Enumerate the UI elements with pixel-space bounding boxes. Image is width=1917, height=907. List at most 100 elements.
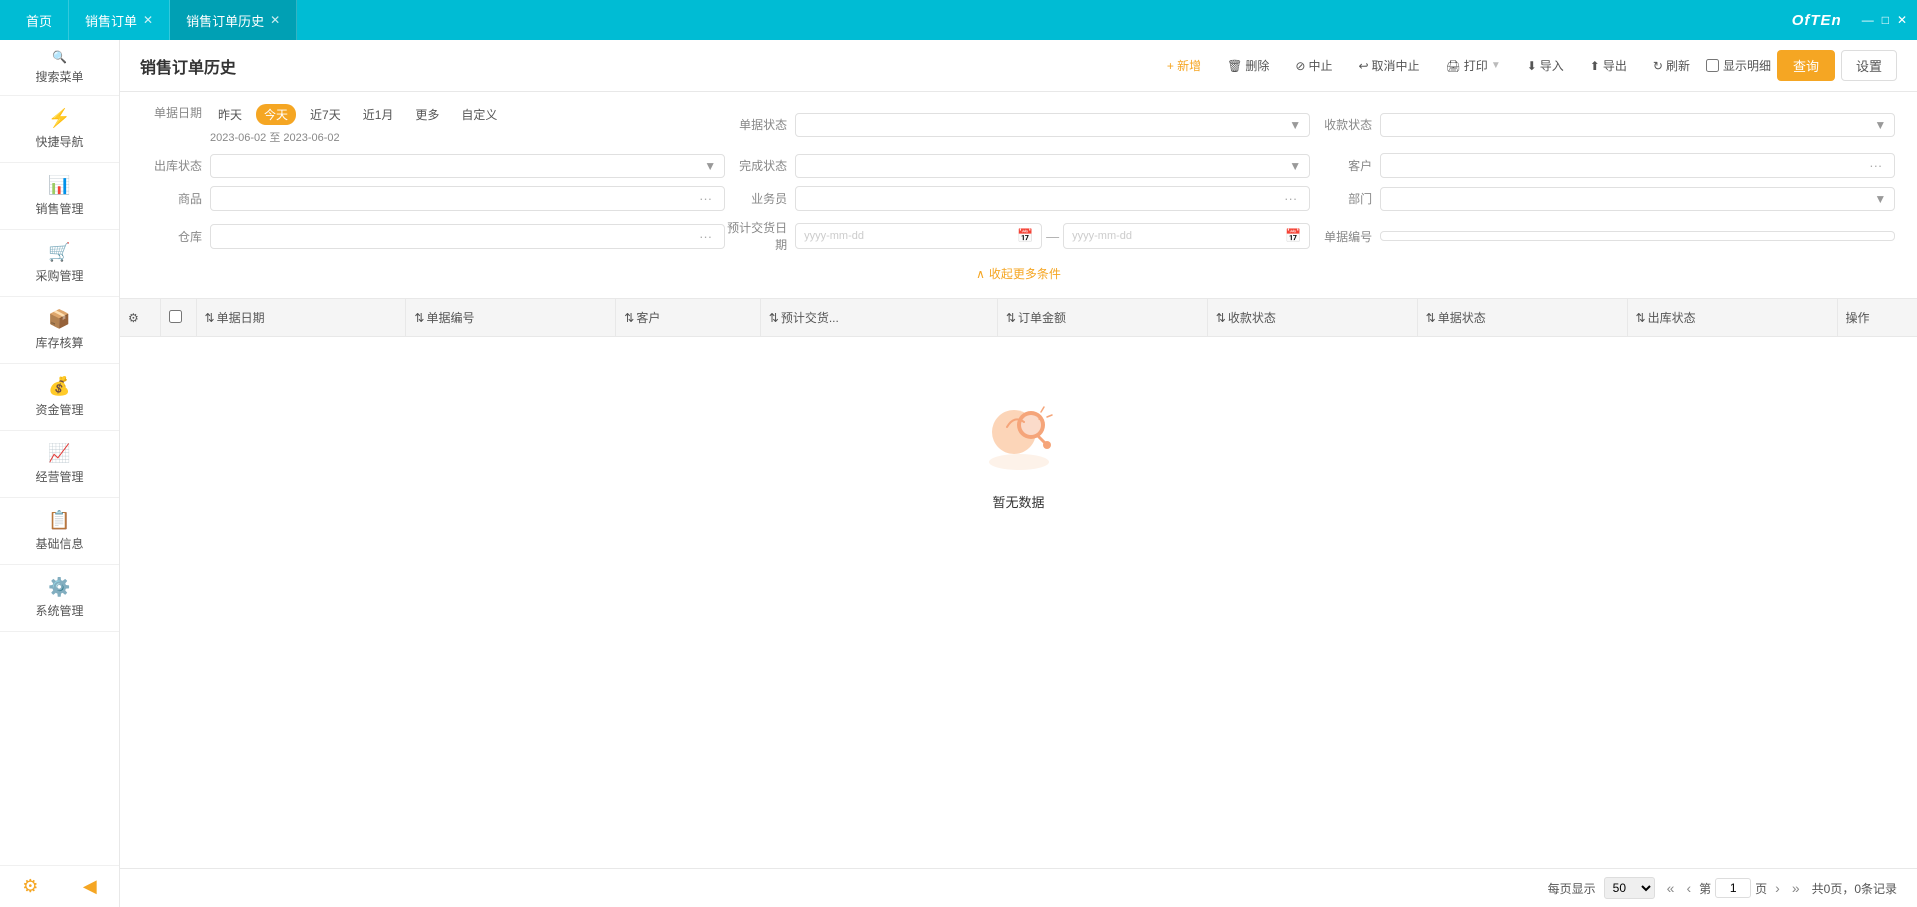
payment-status-select[interactable]: ▼ [1380,113,1895,137]
warehouse-label: 仓库 [140,228,210,245]
th-bill-status[interactable]: ⇅ 单据状态 [1417,299,1627,337]
top-bar-right: OfTEn — □ ✕ [1792,12,1907,29]
tab-sales-order-label: 销售订单 [85,11,137,30]
sidebar-item-finance[interactable]: 💰 资金管理 [0,364,119,431]
bill-status-select[interactable]: ▼ [795,113,1310,137]
print-arrow-icon: ▼ [1491,60,1501,71]
page-size-select[interactable]: 50 10 20 100 [1604,877,1655,899]
show-detail-checkbox-label[interactable]: 显示明细 [1706,57,1771,74]
sidebar-item-operations[interactable]: 📈 经营管理 [0,431,119,498]
sidebar-item-operations-label: 经营管理 [35,468,83,485]
stop-btn[interactable]: ⊘ 中止 [1285,53,1342,78]
content-area: 销售订单历史 + 新增 🗑 删除 ⊘ 中止 ↩ 取消中止 🖨 打印 [120,40,1917,907]
table-settings-icon[interactable]: ⚙ [128,311,139,325]
th-order-amount[interactable]: ⇅ 订单金额 [997,299,1207,337]
complete-status-label: 完成状态 [725,157,795,174]
sidebar-collapse-icon[interactable]: ◀ [83,876,97,897]
complete-status-select[interactable]: ▼ [795,154,1310,178]
calendar-start-icon[interactable]: 📅 [1017,228,1033,244]
page-label: 第 [1699,880,1711,897]
th-settings[interactable]: ⚙ [120,299,160,337]
first-page-btn[interactable]: « [1663,880,1679,896]
tab-sales-order-close[interactable]: ✕ [143,13,153,27]
close-btn[interactable]: ✕ [1897,13,1907,27]
calendar-end-icon[interactable]: 📅 [1285,228,1301,244]
date-7days-btn[interactable]: 近7天 [302,104,349,125]
sidebar-item-base-info[interactable]: 📋 基础信息 [0,498,119,565]
date-1month-btn[interactable]: 近1月 [355,104,402,125]
th-payment-status[interactable]: ⇅ 收款状态 [1207,299,1417,337]
select-all-checkbox[interactable] [169,310,182,323]
table-area: ⚙ ⇅ 单据日期 ⇅ [120,299,1917,868]
salesperson-label: 业务员 [725,190,795,207]
new-btn[interactable]: + 新增 [1157,53,1211,78]
query-btn[interactable]: 查询 [1777,50,1835,81]
last-page-btn[interactable]: » [1788,880,1804,896]
collapse-up-icon: ∧ [976,267,985,281]
prev-page-btn[interactable]: ‹ [1682,880,1695,896]
page-input[interactable] [1715,878,1751,898]
cancel-stop-btn[interactable]: ↩ 取消中止 [1348,53,1429,78]
sidebar-item-sales-mgmt[interactable]: 📊 销售管理 [0,163,119,230]
th-action: 操作 [1837,299,1917,337]
next-page-btn[interactable]: › [1771,880,1784,896]
out-status-select[interactable]: ▼ [210,154,725,178]
import-btn[interactable]: ⬇ 导入 [1517,53,1574,78]
sidebar-settings-icon[interactable]: ⚙ [22,876,38,897]
stop-icon: ⊘ [1295,59,1305,73]
data-table: ⚙ ⇅ 单据日期 ⇅ [120,299,1917,337]
date-more-btn[interactable]: 更多 [407,104,447,125]
page-size-label: 每页显示 [1548,880,1596,897]
dept-select[interactable]: ▼ [1380,187,1895,211]
th-bill-date[interactable]: ⇅ 单据日期 [196,299,406,337]
empty-text: 暂无数据 [992,492,1044,511]
sidebar-item-purchase-mgmt[interactable]: 🛒 采购管理 [0,230,119,297]
th-expected-date[interactable]: ⇅ 预计交货... [760,299,997,337]
bill-status-label: 单据状态 [725,116,795,133]
filter-row-1: 单据日期 昨天 今天 近7天 近1月 更多 自定义 2023-06-02 至 2… [140,104,1897,145]
sidebar-item-quick-nav-label: 快捷导航 [35,133,83,150]
goods-label: 商品 [140,190,210,207]
tab-sales-order[interactable]: 销售订单 ✕ [69,0,170,40]
salesperson-dots-btn[interactable]: ··· [1280,191,1301,206]
delete-btn[interactable]: 🗑 删除 [1217,53,1279,78]
out-status-arrow: ▼ [704,159,716,173]
filter-row-2: 出库状态 ▼ 完成状态 ▼ 客户 [140,153,1897,178]
th-checkbox[interactable] [160,299,196,337]
print-btn[interactable]: 🖨 打印 ▼ [1436,53,1511,78]
refresh-btn[interactable]: ↻ 刷新 [1643,53,1700,78]
bill-no-label: 单据编号 [1310,228,1380,245]
tab-home[interactable]: 首页 [10,0,69,40]
base-info-icon: 📋 [48,510,70,531]
minimize-btn[interactable]: — [1862,13,1874,27]
th-customer[interactable]: ⇅ 客户 [616,299,761,337]
sidebar-item-inventory[interactable]: 📦 库存核算 [0,297,119,364]
empty-state: 暂无数据 [120,337,1917,571]
customer-dots-btn[interactable]: ··· [1865,158,1886,173]
warehouse-dots-btn[interactable]: ··· [695,229,716,244]
goods-dots-btn[interactable]: ··· [695,191,716,206]
date-custom-btn[interactable]: 自定义 [453,104,505,125]
sidebar-item-sys-mgmt[interactable]: ⚙️ 系统管理 [0,565,119,632]
collapse-btn[interactable]: ∧ 收起更多条件 [976,261,1061,286]
th-bill-no[interactable]: ⇅ 单据编号 [406,299,616,337]
empty-illustration [969,397,1069,480]
date-yesterday-btn[interactable]: 昨天 [210,104,250,125]
date-today-btn[interactable]: 今天 [256,104,296,125]
sales-mgmt-icon: 📊 [48,175,70,196]
sidebar-search[interactable]: 🔍 搜索菜单 [0,40,119,96]
maximize-btn[interactable]: □ [1882,13,1889,27]
tab-sales-history-close[interactable]: ✕ [270,13,280,27]
tab-home-label: 首页 [26,11,52,30]
tab-sales-history[interactable]: 销售订单历史 ✕ [170,0,297,40]
settings-btn[interactable]: 设置 [1841,50,1897,81]
sidebar-item-quick-nav[interactable]: ⚡ 快捷导航 [0,96,119,163]
date-filter-buttons: 昨天 今天 近7天 近1月 更多 自定义 [210,104,505,125]
th-out-status[interactable]: ⇅ 出库状态 [1627,299,1837,337]
export-btn[interactable]: ⬆ 导出 [1580,53,1637,78]
date-filter-label: 单据日期 [140,104,210,121]
show-detail-checkbox[interactable] [1706,59,1719,72]
refresh-icon: ↻ [1653,59,1663,73]
sidebar-item-finance-label: 资金管理 [35,401,83,418]
filter-row-3: 商品 ··· 业务员 ··· 部门 [140,186,1897,211]
